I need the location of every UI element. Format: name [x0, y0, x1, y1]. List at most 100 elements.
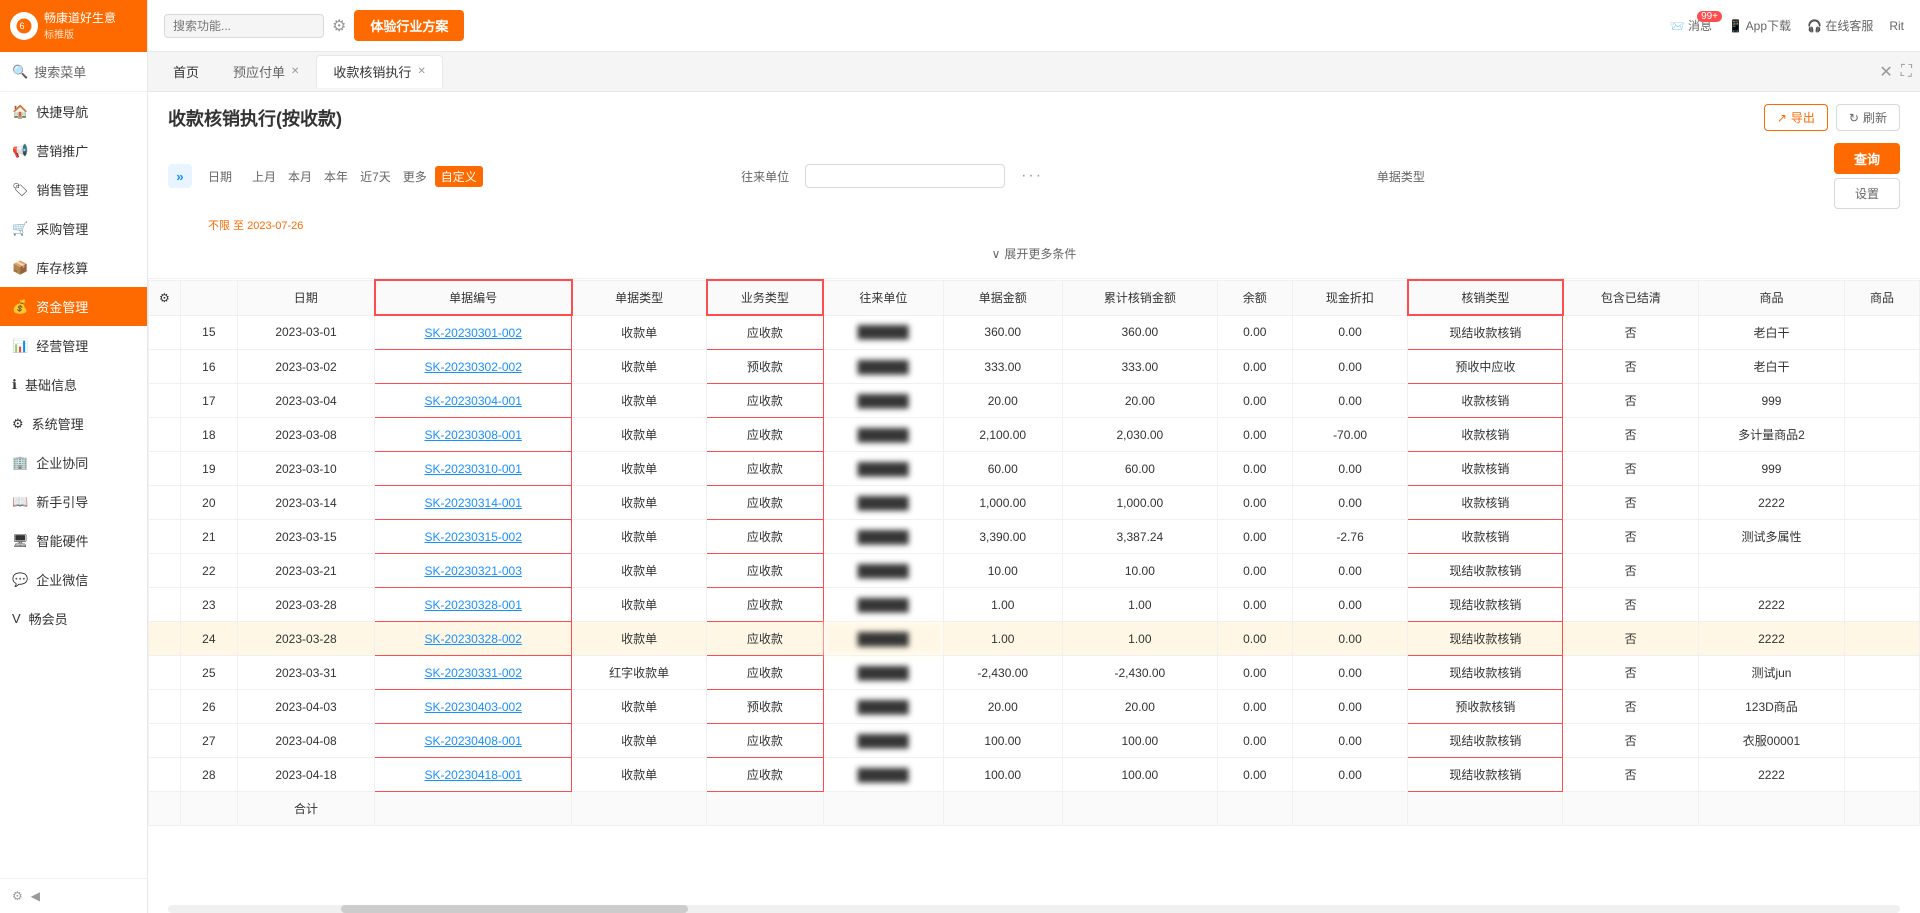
- td-product: 2222: [1698, 622, 1844, 656]
- search-input[interactable]: [164, 14, 324, 38]
- message-badge[interactable]: 📨 消息 99+: [1670, 17, 1712, 34]
- th-cash-discount[interactable]: 现金折扣: [1292, 280, 1408, 315]
- th-product-img[interactable]: 商品: [1844, 280, 1919, 315]
- td-voucher-no[interactable]: SK-20230418-001: [375, 758, 572, 792]
- td-balance: 0.00: [1217, 656, 1292, 690]
- td-voucher-no[interactable]: SK-20230328-001: [375, 588, 572, 622]
- filter-dots: ···: [1021, 167, 1043, 185]
- sidebar-item-inventory[interactable]: 📦 库存核算: [0, 248, 147, 287]
- th-include-settled[interactable]: 包含已结清: [1563, 280, 1699, 315]
- sidebar-item-operations[interactable]: 📊 经营管理: [0, 326, 147, 365]
- user-name[interactable]: Rit: [1889, 19, 1904, 33]
- scrollbar-thumb[interactable]: [341, 905, 687, 913]
- collapse-icon[interactable]: ◀: [31, 889, 40, 903]
- th-amount[interactable]: 单据金额: [943, 280, 1062, 315]
- th-settings[interactable]: ⚙: [149, 280, 181, 315]
- sidebar-item-hardware[interactable]: 🖥 智能硬件: [0, 521, 147, 560]
- sidebar-item-corp[interactable]: 🏢 企业协同: [0, 443, 147, 482]
- date-btn-this-year[interactable]: 本年: [320, 166, 352, 187]
- td-customer: ██████: [823, 452, 943, 486]
- sidebar-item-purchase[interactable]: 🛒 采购管理: [0, 209, 147, 248]
- td-voucher-type: 收款单: [572, 724, 707, 758]
- filter-settings-button[interactable]: 设置: [1834, 178, 1900, 209]
- td-voucher-no[interactable]: SK-20230403-002: [375, 690, 572, 724]
- td-voucher-no[interactable]: SK-20230308-001: [375, 418, 572, 452]
- date-btn-more[interactable]: 更多: [399, 166, 431, 187]
- tab-collection-close[interactable]: ✕: [417, 66, 425, 77]
- footer-empty: [180, 792, 237, 826]
- sidebar-item-search[interactable]: 🔍 搜索菜单: [0, 52, 147, 92]
- sidebar-item-member[interactable]: V 畅会员: [0, 599, 147, 638]
- td-date: 2023-04-08: [237, 724, 374, 758]
- td-verify-type: 现结收款核销: [1408, 554, 1563, 588]
- td-product: 测试jun: [1698, 656, 1844, 690]
- table-area[interactable]: ⚙ 日期 单据编号 单据类型 业务类型 往来单位 单据金额 累计核销金额 余额 …: [148, 279, 1920, 905]
- sidebar-item-basic[interactable]: ℹ 基础信息: [0, 365, 147, 404]
- td-verify-amount: 1,000.00: [1062, 486, 1217, 520]
- th-date[interactable]: 日期: [237, 280, 374, 315]
- td-date: 2023-04-03: [237, 690, 374, 724]
- td-product: [1698, 554, 1844, 588]
- company-icon: 🏢: [12, 455, 28, 471]
- td-product-img: [1844, 690, 1919, 724]
- td-amount: 1,000.00: [943, 486, 1062, 520]
- td-verify-type: 现结收款核销: [1408, 588, 1563, 622]
- th-biz-type[interactable]: 业务类型: [707, 280, 824, 315]
- tab-prepay[interactable]: 预应付单 ✕: [216, 55, 316, 88]
- expand-more-conditions[interactable]: ∨ 展开更多条件: [168, 241, 1900, 266]
- td-voucher-no[interactable]: SK-20230328-002: [375, 622, 572, 656]
- td-voucher-no[interactable]: SK-20230408-001: [375, 724, 572, 758]
- sidebar-item-finance[interactable]: 💰 资金管理: [0, 287, 147, 326]
- td-voucher-no[interactable]: SK-20230315-002: [375, 520, 572, 554]
- sidebar-item-system[interactable]: ⚙ 系统管理: [0, 404, 147, 443]
- th-customer[interactable]: 往来单位: [823, 280, 943, 315]
- td-voucher-no[interactable]: SK-20230301-002: [375, 315, 572, 350]
- td-voucher-no[interactable]: SK-20230314-001: [375, 486, 572, 520]
- td-verify-amount: 333.00: [1062, 350, 1217, 384]
- tab-prepay-close[interactable]: ✕: [291, 66, 299, 77]
- sidebar-item-quicknav[interactable]: 🏠 快捷导航: [0, 92, 147, 131]
- filter-expand-button[interactable]: »: [168, 164, 192, 188]
- solution-button[interactable]: 体验行业方案: [354, 10, 464, 41]
- sidebar-item-sales[interactable]: 🏷 销售管理: [0, 170, 147, 209]
- date-btn-7days[interactable]: 近7天: [356, 166, 395, 187]
- query-button[interactable]: 查询: [1834, 143, 1900, 174]
- tab-maximize-button[interactable]: ⛶: [1901, 62, 1912, 82]
- th-verify-amount[interactable]: 累计核销金额: [1062, 280, 1217, 315]
- td-voucher-no[interactable]: SK-20230331-002: [375, 656, 572, 690]
- shopping-icon: 🛒: [12, 221, 28, 237]
- horizontal-scrollbar[interactable]: [168, 905, 1900, 913]
- td-voucher-type: 收款单: [572, 384, 707, 418]
- sidebar-item-guide[interactable]: 📖 新手引导: [0, 482, 147, 521]
- th-voucher-no[interactable]: 单据编号: [375, 280, 572, 315]
- date-btn-custom[interactable]: 自定义: [435, 166, 483, 187]
- td-voucher-no[interactable]: SK-20230321-003: [375, 554, 572, 588]
- app-download[interactable]: 📱 App下载: [1728, 17, 1791, 34]
- td-date: 2023-03-21: [237, 554, 374, 588]
- tab-close-all-button[interactable]: ✕: [1879, 62, 1892, 82]
- td-voucher-no[interactable]: SK-20230302-002: [375, 350, 572, 384]
- td-voucher-no[interactable]: SK-20230310-001: [375, 452, 572, 486]
- refresh-button[interactable]: ↻ 刷新: [1836, 104, 1900, 131]
- th-verify-type[interactable]: 核销类型: [1408, 280, 1563, 315]
- td-balance: 0.00: [1217, 452, 1292, 486]
- online-service[interactable]: 🎧 在线客服: [1807, 17, 1873, 34]
- th-balance[interactable]: 余额: [1217, 280, 1292, 315]
- voucher-type-label: 单据类型: [1377, 168, 1425, 185]
- date-btn-this-month[interactable]: 本月: [284, 166, 316, 187]
- sidebar-item-wecom[interactable]: 💬 企业微信: [0, 560, 147, 599]
- table-row: 182023-03-08SK-20230308-001收款单应收款██████2…: [149, 418, 1920, 452]
- export-button[interactable]: ↗ 导出: [1764, 104, 1828, 131]
- date-btn-last-month[interactable]: 上月: [248, 166, 280, 187]
- th-product[interactable]: 商品: [1698, 280, 1844, 315]
- gear-icon[interactable]: ⚙: [332, 16, 346, 36]
- tab-home[interactable]: 首页: [156, 55, 216, 88]
- sidebar-item-marketing[interactable]: 📢 营销推广: [0, 131, 147, 170]
- th-voucher-type[interactable]: 单据类型: [572, 280, 707, 315]
- settings-bottom-icon[interactable]: ⚙: [12, 889, 23, 903]
- td-amount: 1.00: [943, 622, 1062, 656]
- tab-collection[interactable]: 收款核销执行 ✕: [316, 55, 442, 88]
- customer-input[interactable]: [805, 164, 1005, 188]
- footer-v3: [707, 792, 824, 826]
- td-voucher-no[interactable]: SK-20230304-001: [375, 384, 572, 418]
